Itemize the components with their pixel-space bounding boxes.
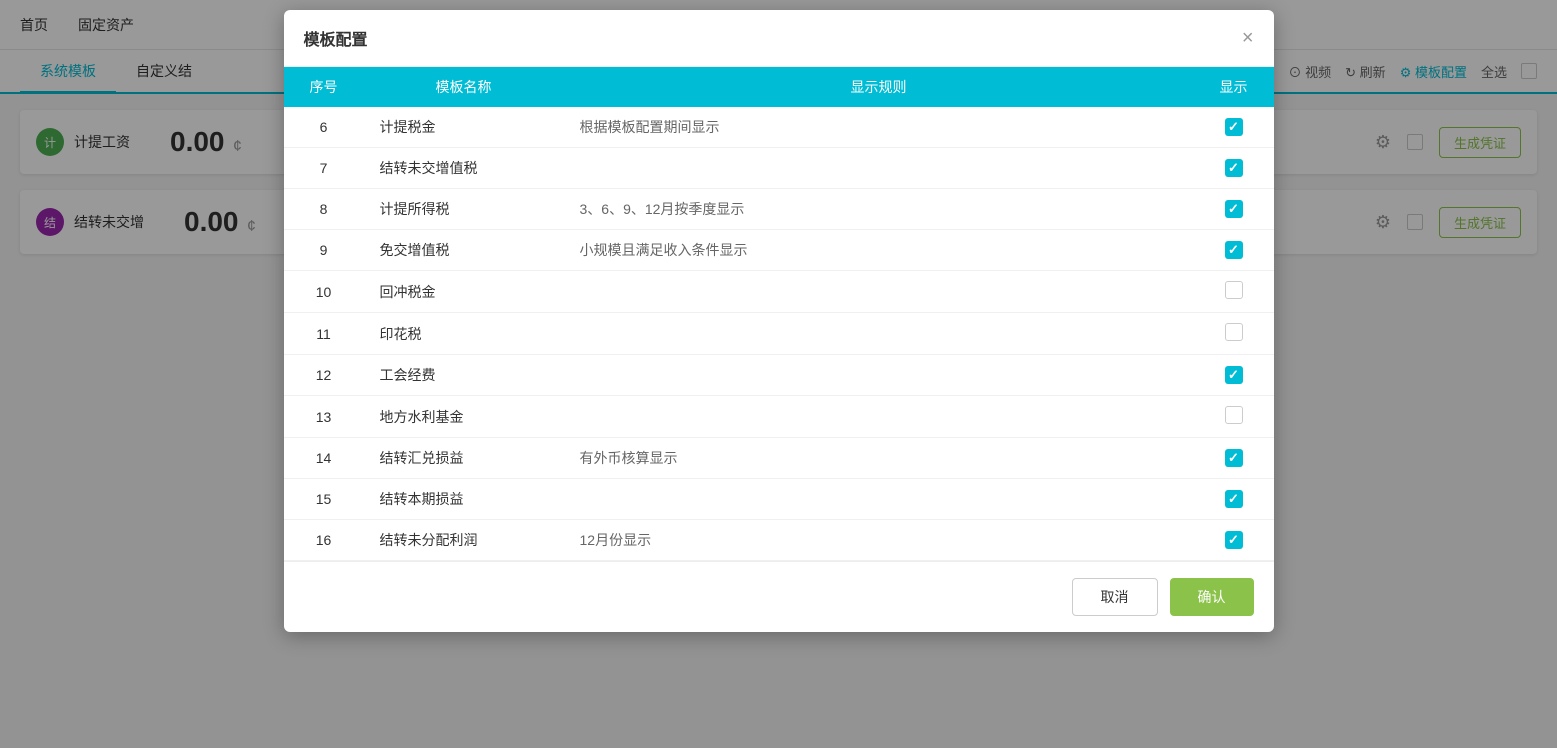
cell-name: 结转未分配利润: [364, 520, 564, 561]
cell-checkbox[interactable]: [1194, 355, 1274, 396]
modal-overlay: 模板配置 × 序号 模板名称 显示规则 显示 6计提税金根据模板配置期间显示7结…: [0, 0, 1557, 748]
checkbox-checked[interactable]: [1225, 200, 1243, 218]
cell-index: 14: [284, 438, 364, 479]
table-header-row: 序号 模板名称 显示规则 显示: [284, 67, 1274, 107]
cancel-button[interactable]: 取消: [1072, 578, 1158, 616]
table-row: 15结转本期损益: [284, 479, 1274, 520]
cell-rule: 根据模板配置期间显示: [564, 107, 1194, 148]
checkbox-unchecked[interactable]: [1225, 281, 1243, 299]
cell-index: 9: [284, 230, 364, 271]
cell-checkbox[interactable]: [1194, 313, 1274, 355]
cell-index: 12: [284, 355, 364, 396]
checkbox-checked[interactable]: [1225, 118, 1243, 136]
modal-header: 模板配置 ×: [284, 10, 1274, 67]
modal-close-button[interactable]: ×: [1242, 28, 1254, 48]
cell-name: 计提税金: [364, 107, 564, 148]
modal-footer: 取消 确认: [284, 561, 1274, 632]
cell-rule: 有外币核算显示: [564, 438, 1194, 479]
checkbox-checked[interactable]: [1225, 490, 1243, 508]
table-row: 8计提所得税3、6、9、12月按季度显示: [284, 189, 1274, 230]
cell-name: 地方水利基金: [364, 396, 564, 438]
cell-index: 16: [284, 520, 364, 561]
cell-checkbox[interactable]: [1194, 230, 1274, 271]
cell-name: 工会经费: [364, 355, 564, 396]
cell-index: 15: [284, 479, 364, 520]
cell-checkbox[interactable]: [1194, 148, 1274, 189]
cell-index: 7: [284, 148, 364, 189]
cell-name: 结转本期损益: [364, 479, 564, 520]
checkbox-unchecked[interactable]: [1225, 406, 1243, 424]
cell-name: 免交增值税: [364, 230, 564, 271]
cell-checkbox[interactable]: [1194, 438, 1274, 479]
table-row: 13地方水利基金: [284, 396, 1274, 438]
cell-rule: [564, 479, 1194, 520]
cell-rule: 12月份显示: [564, 520, 1194, 561]
cell-index: 6: [284, 107, 364, 148]
cell-rule: [564, 271, 1194, 313]
confirm-button[interactable]: 确认: [1170, 578, 1254, 616]
col-header-display: 显示: [1194, 67, 1274, 107]
col-header-index: 序号: [284, 67, 364, 107]
cell-checkbox[interactable]: [1194, 479, 1274, 520]
col-header-rule: 显示规则: [564, 67, 1194, 107]
col-header-name: 模板名称: [364, 67, 564, 107]
checkbox-checked[interactable]: [1225, 159, 1243, 177]
cell-checkbox[interactable]: [1194, 271, 1274, 313]
table-row: 16结转未分配利润12月份显示: [284, 520, 1274, 561]
cell-index: 11: [284, 313, 364, 355]
table-row: 10回冲税金: [284, 271, 1274, 313]
cell-name: 回冲税金: [364, 271, 564, 313]
cell-index: 8: [284, 189, 364, 230]
template-config-modal: 模板配置 × 序号 模板名称 显示规则 显示 6计提税金根据模板配置期间显示7结…: [284, 10, 1274, 632]
cell-rule: [564, 148, 1194, 189]
table-row: 11印花税: [284, 313, 1274, 355]
checkbox-checked[interactable]: [1225, 531, 1243, 549]
cell-index: 13: [284, 396, 364, 438]
table-row: 12工会经费: [284, 355, 1274, 396]
cell-name: 计提所得税: [364, 189, 564, 230]
cell-rule: [564, 396, 1194, 438]
cell-name: 印花税: [364, 313, 564, 355]
table-row: 9免交增值税小规模且满足收入条件显示: [284, 230, 1274, 271]
cell-checkbox[interactable]: [1194, 396, 1274, 438]
checkbox-checked[interactable]: [1225, 449, 1243, 467]
cell-rule: 小规模且满足收入条件显示: [564, 230, 1194, 271]
modal-title: 模板配置: [304, 26, 368, 50]
cell-name: 结转汇兑损益: [364, 438, 564, 479]
checkbox-checked[interactable]: [1225, 241, 1243, 259]
cell-name: 结转未交增值税: [364, 148, 564, 189]
table-row: 6计提税金根据模板配置期间显示: [284, 107, 1274, 148]
table-row: 7结转未交增值税: [284, 148, 1274, 189]
cell-rule: [564, 355, 1194, 396]
checkbox-unchecked[interactable]: [1225, 323, 1243, 341]
cell-checkbox[interactable]: [1194, 520, 1274, 561]
checkbox-checked[interactable]: [1225, 366, 1243, 384]
cell-index: 10: [284, 271, 364, 313]
cell-checkbox[interactable]: [1194, 107, 1274, 148]
cell-rule: 3、6、9、12月按季度显示: [564, 189, 1194, 230]
table-row: 14结转汇兑损益有外币核算显示: [284, 438, 1274, 479]
cell-checkbox[interactable]: [1194, 189, 1274, 230]
cell-rule: [564, 313, 1194, 355]
modal-body: 序号 模板名称 显示规则 显示 6计提税金根据模板配置期间显示7结转未交增值税8…: [284, 67, 1274, 561]
config-table: 序号 模板名称 显示规则 显示 6计提税金根据模板配置期间显示7结转未交增值税8…: [284, 67, 1274, 561]
